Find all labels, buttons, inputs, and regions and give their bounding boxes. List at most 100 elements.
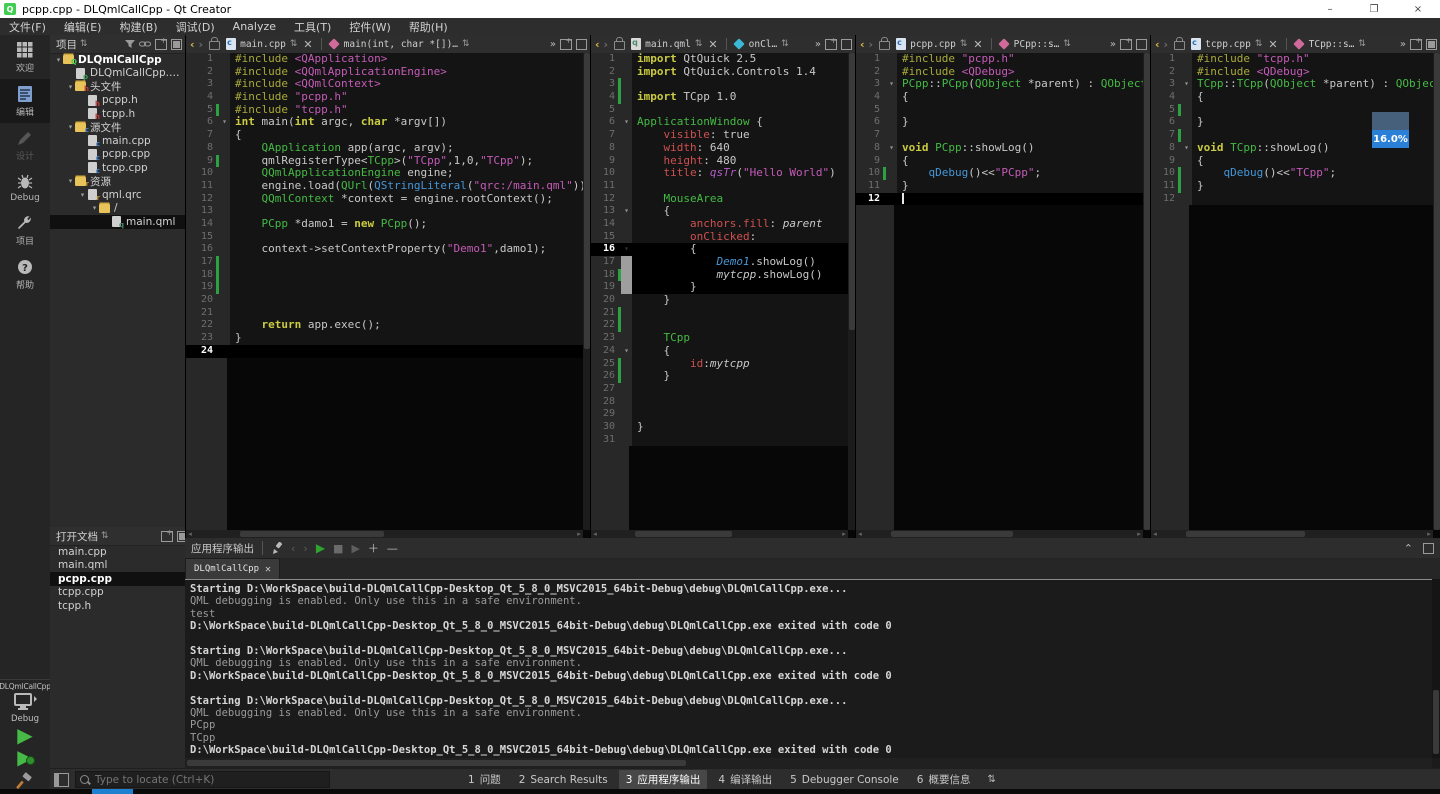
forward-icon[interactable]: ›	[869, 38, 874, 51]
code-line[interactable]: 13 ▾ {	[591, 205, 848, 218]
code-line[interactable]: 18	[186, 268, 583, 282]
code-line[interactable]: 17	[186, 256, 583, 269]
code-line[interactable]: 28	[591, 395, 848, 409]
output-pane-arrows[interactable]: ⇅	[987, 774, 995, 785]
code-line[interactable]: 3 #include <QQmlContext>	[186, 78, 583, 92]
horizontal-scrollbar[interactable]: ◂ ▸	[856, 530, 1143, 538]
toolbar-overflow-icon[interactable]: »	[550, 39, 556, 50]
mode-bug-item[interactable]: Debug	[0, 167, 50, 208]
expand-arrow-icon[interactable]: ▾	[66, 177, 75, 185]
mode-question-item[interactable]: ? 帮助	[0, 252, 50, 296]
open-doc-main.cpp[interactable]: main.cpp	[50, 545, 185, 559]
code-line[interactable]: 5 #include "tcpp.h"	[186, 103, 583, 117]
toolbar-overflow-icon[interactable]: »	[815, 39, 821, 50]
restore-button[interactable]: ❐	[1352, 0, 1396, 18]
menu-item[interactable]: 文件(F)	[0, 18, 55, 35]
code-line[interactable]: 13	[186, 205, 583, 218]
output-pane-button-2[interactable]: 2 Search Results	[512, 770, 615, 789]
code-line[interactable]: 1 #include "tcpp.h"	[1151, 53, 1433, 66]
locator-input[interactable]	[93, 772, 297, 787]
fold-marker-icon[interactable]: ▾	[621, 344, 632, 358]
output-vertical-scrollbar[interactable]	[1432, 579, 1440, 758]
close-split-icon[interactable]	[841, 38, 852, 50]
current-symbol[interactable]: PCpp::s…	[1014, 39, 1060, 50]
current-symbol[interactable]: onCl…	[749, 39, 778, 50]
maximize-panel-icon[interactable]: ⌃	[1404, 542, 1413, 555]
current-symbol[interactable]: TCpp::s…	[1309, 39, 1355, 50]
stop-icon[interactable]: ■	[333, 542, 343, 555]
menu-item[interactable]: 控件(W)	[340, 18, 399, 35]
tree-item-[interactable]: ▾ h 头文件	[50, 80, 185, 94]
expand-arrow-icon[interactable]: ▾	[90, 204, 99, 212]
menu-item[interactable]: 调试(D)	[167, 18, 224, 35]
horizontal-scrollbar[interactable]: ◂ ▸	[186, 530, 583, 538]
minimize-button[interactable]: –	[1308, 0, 1352, 18]
open-documents-dropdown[interactable]: ⇅	[101, 531, 109, 541]
code-line[interactable]: 2 #include <QDebug>	[1151, 65, 1433, 79]
open-file-name[interactable]: main.qml	[645, 39, 691, 50]
tree-item-main.qml[interactable]: q main.qml	[50, 215, 185, 229]
code-line[interactable]: 24 ▾ {	[591, 344, 848, 358]
code-line[interactable]: 20 }	[591, 294, 848, 307]
forward-icon[interactable]: ›	[1164, 38, 1169, 51]
symbol-dropdown-icon[interactable]: ⇅	[1063, 39, 1071, 49]
code-line[interactable]: 15 onClicked:	[591, 230, 848, 244]
forward-icon[interactable]: ›	[199, 38, 204, 51]
code-line[interactable]: 2 #include <QQmlApplicationEngine>	[186, 65, 583, 79]
back-icon[interactable]: ‹	[190, 38, 195, 51]
close-split-icon[interactable]	[576, 38, 587, 50]
open-file-name[interactable]: tcpp.cpp	[1205, 39, 1251, 50]
run-button[interactable]: ▶	[17, 724, 32, 746]
close-button[interactable]: ×	[1396, 0, 1440, 18]
open-doc-pcpp.cpp[interactable]: pcpp.cpp	[50, 572, 185, 586]
code-line[interactable]: 31	[591, 433, 848, 447]
code-line[interactable]: 21	[186, 306, 583, 320]
open-doc-tcpp.cpp[interactable]: tcpp.cpp	[50, 586, 185, 600]
code-line[interactable]: 10 qDebug()<<"PCpp";	[856, 167, 1143, 180]
tree-item-[interactable]: ▾ /	[50, 202, 185, 216]
code-line[interactable]: 3	[591, 78, 848, 92]
code-line[interactable]: 19	[186, 281, 583, 295]
attach-debugger-icon[interactable]: ▶	[351, 542, 359, 555]
code-line[interactable]: 10 QQmlApplicationEngine engine;	[186, 167, 583, 180]
code-line[interactable]: 15	[186, 230, 583, 244]
file-dropdown-icon[interactable]: ⇅	[290, 39, 298, 49]
open-file-name[interactable]: pcpp.cpp	[910, 39, 956, 50]
forward-icon[interactable]: ›	[604, 38, 609, 51]
code-line[interactable]: 5	[591, 103, 848, 117]
code-line[interactable]: 11	[591, 179, 848, 193]
code-line[interactable]: 23}	[186, 332, 583, 345]
zoom-in-icon[interactable]: ＋	[368, 540, 379, 556]
code-line[interactable]: 8 QApplication app(argc, argv);	[186, 141, 583, 155]
fold-marker-icon[interactable]: ▾	[621, 116, 632, 130]
output-tab[interactable]: DLQmlCallCpp ✕	[185, 558, 281, 579]
menu-item[interactable]: 编辑(E)	[55, 18, 111, 35]
code-line[interactable]: 12	[1151, 192, 1433, 206]
code-line[interactable]: 25 id:mytcpp	[591, 357, 848, 371]
debug-run-button[interactable]: ▶	[17, 746, 35, 768]
next-item-icon[interactable]: ›	[303, 542, 307, 555]
code-line[interactable]: 23 TCpp	[591, 332, 848, 345]
tree-item-pcpp.h[interactable]: h pcpp.h	[50, 94, 185, 107]
fold-marker-icon[interactable]: ▾	[621, 205, 632, 218]
menu-item[interactable]: 帮助(H)	[400, 18, 457, 35]
code-line[interactable]: 4 import TCpp 1.0	[591, 91, 848, 104]
toolbar-overflow-icon[interactable]: »	[1110, 39, 1116, 50]
code-line[interactable]: 11}	[1151, 179, 1433, 193]
code-line[interactable]: 3▾ TCpp::TCpp(QObject *parent) : QObject(…	[1151, 78, 1433, 92]
code-line[interactable]: 7{	[186, 129, 583, 142]
code-line[interactable]: 5	[856, 103, 1143, 117]
fold-marker-icon[interactable]: ▾	[886, 141, 897, 155]
symbol-dropdown-icon[interactable]: ⇅	[781, 39, 789, 49]
open-doc-tcpp.h[interactable]: tcpp.h	[50, 599, 185, 613]
fold-marker-icon[interactable]: ▾	[621, 243, 632, 256]
code-line[interactable]: 7 visible: true	[591, 129, 848, 142]
code-line[interactable]: 9{	[856, 154, 1143, 168]
tree-item-DLQmlCallCpp[interactable]: ▾ Q DLQmlCallCpp	[50, 53, 185, 67]
close-split-icon[interactable]	[1136, 38, 1147, 50]
split-editor-icon[interactable]	[1410, 36, 1422, 50]
code-line[interactable]: 12 MouseArea	[591, 192, 848, 206]
code-line[interactable]: 27	[591, 382, 848, 396]
tree-item-tcpp.h[interactable]: h tcpp.h	[50, 107, 185, 121]
code-line[interactable]: 8 width: 640	[591, 141, 848, 155]
